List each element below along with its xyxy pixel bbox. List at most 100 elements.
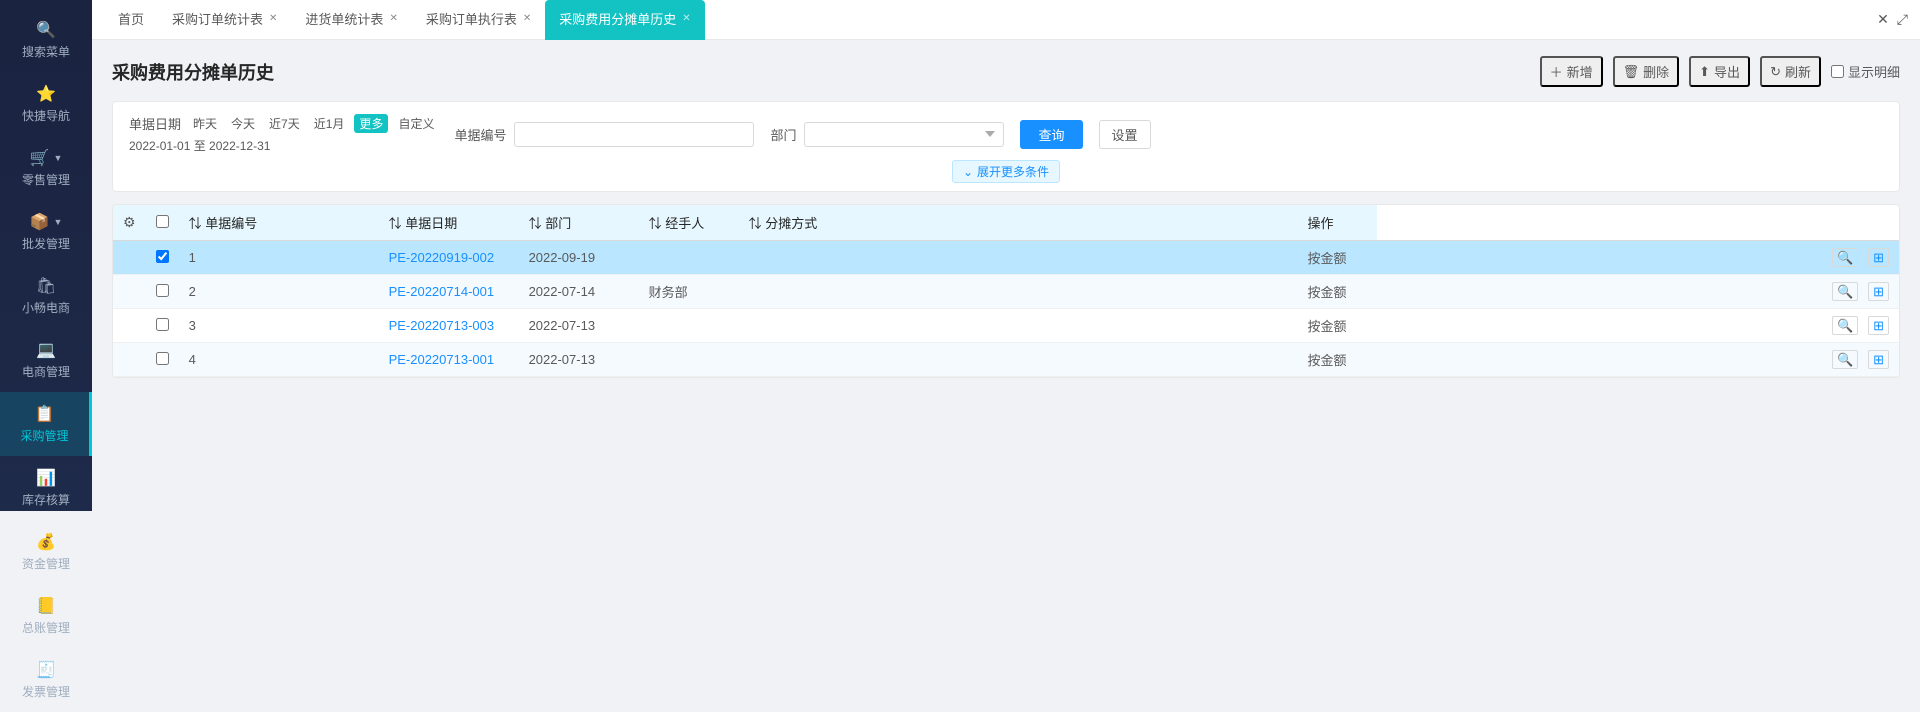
row-split-method: 按金额: [1297, 343, 1377, 377]
col-dept-header: ⇅ 部门: [519, 205, 639, 241]
expand-more-button[interactable]: ⌄ 展开更多条件: [952, 160, 1060, 183]
display-columns-label: 显示明细: [1848, 62, 1900, 81]
tab-home[interactable]: 首页: [104, 0, 158, 40]
date-filter-group: 单据日期 昨天 今天 近7天 近1月 更多 自定义 2022-01-01 至 2…: [129, 114, 438, 154]
view-icon[interactable]: 🔍: [1832, 350, 1858, 369]
row-dept: [639, 241, 739, 275]
inventory-icon: 📊: [36, 468, 56, 488]
row-doc-date: 2022-07-13: [519, 309, 639, 343]
doc-no-input[interactable]: [514, 122, 754, 147]
filter-row: 单据日期 昨天 今天 近7天 近1月 更多 自定义 2022-01-01 至 2…: [129, 114, 1883, 154]
export-button[interactable]: ⬆ 导出: [1689, 56, 1750, 87]
expand-more-label: 展开更多条件: [977, 163, 1049, 180]
refresh-label: 刷新: [1785, 62, 1811, 81]
add-button[interactable]: ＋ 新增: [1540, 56, 1603, 87]
sidebar-item-retail-mgmt[interactable]: 🛒 ▼ 零售管理: [0, 136, 92, 200]
doc-no-link[interactable]: PE-20220919-002: [389, 250, 495, 265]
sidebar-item-search-menu[interactable]: 🔍 搜索菜单: [0, 8, 92, 72]
delete-icon: 🗑: [1623, 64, 1640, 80]
finance-icon: 💰: [36, 532, 56, 552]
sidebar-item-label: 总账管理: [22, 619, 70, 636]
close-icon[interactable]: ✕: [523, 13, 531, 24]
tab-incoming-stats[interactable]: 进货单统计表 ✕: [291, 0, 411, 40]
tab-bar: 首页 采购订单统计表 ✕ 进货单统计表 ✕ 采购订单执行表 ✕ 采购费用分摊单历…: [92, 0, 1920, 40]
doc-no-link[interactable]: PE-20220714-001: [389, 284, 495, 299]
detail-icon[interactable]: ⊞: [1868, 350, 1889, 369]
delete-button[interactable]: 🗑 删除: [1613, 56, 1680, 87]
tab-purchase-order-exec[interactable]: 采购订单执行表 ✕: [412, 0, 545, 40]
tab-purchase-cost-history[interactable]: 采购费用分摊单历史 ✕: [545, 0, 704, 40]
tab-bar-right: ✕ ⤢: [1877, 11, 1908, 28]
dept-select[interactable]: [804, 122, 1004, 147]
query-button[interactable]: 查询: [1020, 120, 1082, 149]
row-doc-date: 2022-07-13: [519, 343, 639, 377]
sidebar: 🔍 搜索菜单 ⭐ 快捷导航 🛒 ▼ 零售管理 📦 ▼ 批发管理 🛍 小畅电商 💻…: [0, 0, 92, 511]
close-all-tabs-icon[interactable]: ✕: [1877, 11, 1889, 28]
table-row: 2 PE-20220714-001 2022-07-14 财务部 按金额 🔍 ⊞: [113, 275, 1899, 309]
data-table: ⚙ ⇅ 单据编号 ⇅ 单据日期: [113, 205, 1899, 377]
detail-icon[interactable]: ⊞: [1868, 282, 1889, 301]
table-row: 4 PE-20220713-001 2022-07-13 按金额 🔍 ⊞: [113, 343, 1899, 377]
add-icon: ＋: [1550, 62, 1563, 81]
row-doc-no: PE-20220919-002: [379, 241, 519, 275]
close-icon[interactable]: ✕: [269, 13, 277, 24]
sidebar-item-mini-ecom[interactable]: 🛍 小畅电商: [0, 264, 92, 328]
sort-icon: ⇅: [389, 216, 402, 231]
display-columns-checkbox[interactable]: 显示明细: [1831, 62, 1900, 81]
sidebar-item-quick-nav[interactable]: ⭐ 快捷导航: [0, 72, 92, 136]
sidebar-item-ledger[interactable]: 📒 总账管理: [0, 584, 92, 648]
sidebar-item-label: 小畅电商: [22, 299, 70, 316]
date-opt-today[interactable]: 今天: [227, 114, 259, 133]
date-opt-custom[interactable]: 自定义: [394, 114, 438, 133]
sidebar-item-invoice[interactable]: 🧾 发票管理: [0, 648, 92, 712]
col-action-header: 操作: [1297, 205, 1377, 241]
detail-icon[interactable]: ⊞: [1868, 248, 1889, 267]
date-opt-more[interactable]: 更多: [354, 114, 388, 133]
row-checkbox[interactable]: [156, 284, 169, 297]
view-icon[interactable]: 🔍: [1832, 316, 1858, 335]
row-checkbox[interactable]: [156, 250, 169, 263]
close-icon[interactable]: ✕: [389, 13, 397, 24]
col-checkbox-header: [146, 205, 179, 241]
close-icon[interactable]: ✕: [682, 13, 690, 24]
settings-button[interactable]: 设置: [1099, 120, 1151, 149]
col-gear: ⚙: [113, 205, 146, 241]
sidebar-item-finance[interactable]: 💰 资金管理: [0, 520, 92, 584]
sidebar-item-wholesale-mgmt[interactable]: 📦 ▼ 批发管理: [0, 200, 92, 264]
expand-more-row: ⌄ 展开更多条件: [129, 160, 1883, 183]
view-icon[interactable]: 🔍: [1832, 248, 1858, 267]
sidebar-item-inventory[interactable]: 📊 库存核算: [0, 456, 92, 520]
sidebar-item-label: 搜索菜单: [22, 43, 70, 60]
row-checkbox[interactable]: [156, 318, 169, 331]
row-action-cell: 🔍 ⊞: [1377, 343, 1899, 377]
export-icon: ⬆: [1699, 64, 1710, 80]
date-opt-1month[interactable]: 近1月: [310, 114, 349, 133]
toolbar: ＋ 新增 🗑 删除 ⬆ 导出 ↻ 刷新 显示明细: [1540, 56, 1900, 87]
row-num: 3: [179, 309, 379, 343]
view-icon[interactable]: 🔍: [1832, 282, 1858, 301]
detail-icon[interactable]: ⊞: [1868, 316, 1889, 335]
wholesale-icon: 📦: [30, 212, 50, 232]
row-doc-date: 2022-07-14: [519, 275, 639, 309]
tab-purchase-order-stats[interactable]: 采购订单统计表 ✕: [158, 0, 291, 40]
date-opt-yesterday[interactable]: 昨天: [189, 114, 221, 133]
row-num: 2: [179, 275, 379, 309]
doc-no-link[interactable]: PE-20220713-001: [389, 352, 495, 367]
row-doc-no: PE-20220713-001: [379, 343, 519, 377]
sidebar-item-ecom-mgmt[interactable]: 💻 电商管理: [0, 328, 92, 392]
doc-no-link[interactable]: PE-20220713-003: [389, 318, 495, 333]
row-handler: [739, 343, 1298, 377]
gear-icon[interactable]: ⚙: [123, 214, 136, 230]
page-content: 采购费用分摊单历史 ＋ 新增 🗑 删除 ⬆ 导出 ↻ 刷新: [92, 40, 1920, 511]
row-checkbox[interactable]: [156, 352, 169, 365]
expand-window-icon[interactable]: ⤢: [1897, 11, 1908, 28]
date-opt-7days[interactable]: 近7天: [265, 114, 304, 133]
row-dept: [639, 309, 739, 343]
display-columns-input[interactable]: [1831, 65, 1844, 78]
sidebar-item-purchase-mgmt[interactable]: 📋 采购管理: [0, 392, 92, 456]
delete-label: 删除: [1643, 62, 1669, 81]
doc-no-filter-group: 单据编号: [454, 122, 754, 147]
table-row: 1 PE-20220919-002 2022-09-19 按金额 🔍 ⊞: [113, 241, 1899, 275]
refresh-button[interactable]: ↻ 刷新: [1760, 56, 1821, 87]
select-all-checkbox[interactable]: [156, 215, 169, 228]
